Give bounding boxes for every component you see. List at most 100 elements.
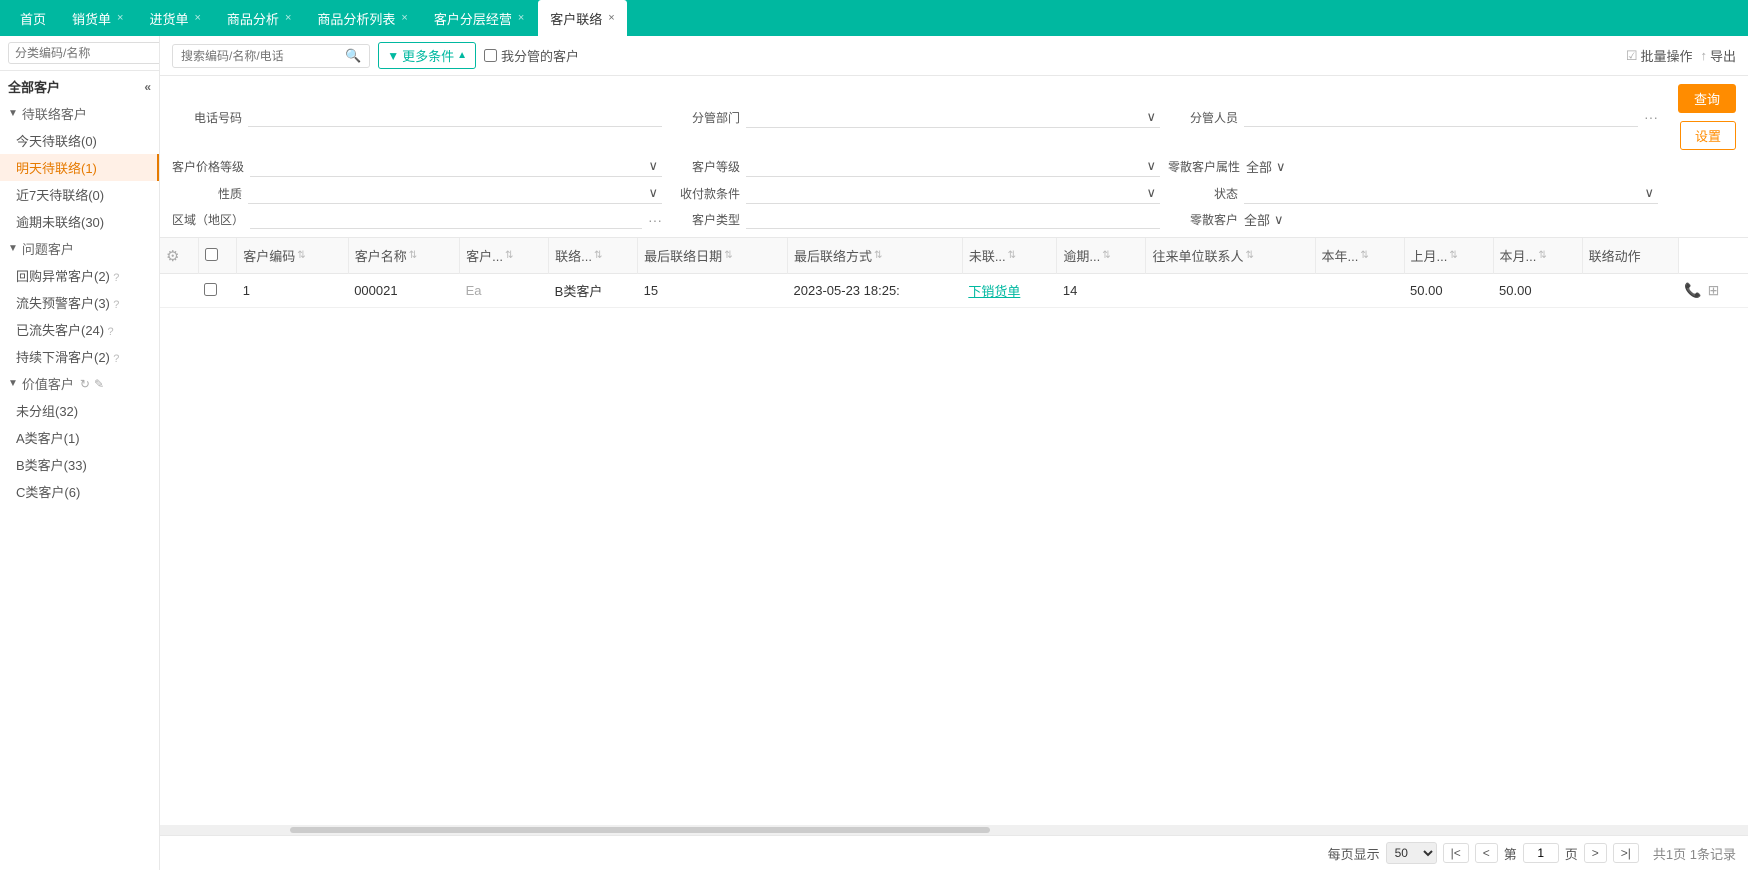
row-contacts: 15 <box>638 274 788 308</box>
sort-icon[interactable]: ⇅ <box>1245 250 1253 261</box>
filter-row-2: 客户价格等级 ∨ 客户等级 ∨ 零散客户属性 全部 <box>172 156 1736 177</box>
sort-icon[interactable]: ⇅ <box>1102 250 1110 261</box>
row-last-method: 下销货单 <box>962 274 1057 308</box>
manager-input[interactable] <box>1244 108 1638 127</box>
sidebar-item-7days[interactable]: 近7天待联络(0) <box>0 181 159 208</box>
sidebar-item-repurchase-anomaly[interactable]: 回购异常客户(2) ? <box>0 262 159 289</box>
gear-icon[interactable]: ⚙ <box>166 248 179 265</box>
close-icon[interactable]: × <box>608 12 614 24</box>
customer-type-input[interactable] <box>746 210 1160 229</box>
group-pending-label[interactable]: ▼ 待联络客户 <box>0 100 159 127</box>
prev-page-btn[interactable]: < <box>1475 843 1498 863</box>
group-problem-label[interactable]: ▼ 问题客户 <box>0 235 159 262</box>
all-customers-header: 全部客户 « <box>0 71 159 100</box>
retail-inline: 全部 ∨ <box>1244 210 1284 229</box>
chevron-down-icon[interactable]: ∨ <box>1274 212 1284 228</box>
filter-cell-customer-type: 客户类型 <box>670 210 1160 229</box>
close-icon[interactable]: × <box>194 12 200 24</box>
row-gear <box>160 274 198 308</box>
close-icon[interactable]: × <box>117 12 123 24</box>
nav-sales[interactable]: 销货单 × <box>60 0 135 36</box>
sidebar-search-input[interactable] <box>8 42 160 64</box>
col-name: 客户名称 ⇅ <box>348 238 459 274</box>
search-input[interactable] <box>181 49 341 63</box>
select-all-checkbox[interactable] <box>205 248 218 261</box>
scrollbar-thumb[interactable] <box>290 827 990 833</box>
last-method-link[interactable]: 下销货单 <box>968 284 1020 299</box>
nav-customer-contact[interactable]: 客户联络 × <box>538 0 626 36</box>
sidebar-item-c-class[interactable]: C类客户(6) <box>0 478 159 505</box>
region-input[interactable] <box>250 210 642 229</box>
sort-icon[interactable]: ⇅ <box>1008 250 1016 261</box>
action-grid-icon[interactable]: ⊞ <box>1708 282 1720 299</box>
query-button[interactable]: 查询 <box>1678 84 1736 113</box>
nav-product-analysis-list[interactable]: 商品分析列表 × <box>305 0 419 36</box>
payment-select[interactable]: ∨ <box>746 183 1160 204</box>
phone-input[interactable] <box>248 108 662 127</box>
sort-icon[interactable]: ⇅ <box>297 250 305 261</box>
nature-select[interactable]: ∨ <box>248 183 662 204</box>
sort-icon[interactable]: ⇅ <box>874 250 882 261</box>
sort-icon[interactable]: ⇅ <box>409 250 417 261</box>
more-conditions-btn[interactable]: ▼ 更多条件 ▲ <box>378 42 476 69</box>
sidebar-item-ungrouped[interactable]: 未分组(32) <box>0 397 159 424</box>
dots-icon[interactable]: ··· <box>1644 109 1658 125</box>
sidebar-item-a-class[interactable]: A类客户(1) <box>0 424 159 451</box>
checkbox-icon: ☑ <box>1626 48 1638 64</box>
table-row: 1 000021 Ea B类客户 15 2023-05-23 18:25: 下销… <box>160 274 1748 308</box>
table-body: 1 000021 Ea B类客户 15 2023-05-23 18:25: 下销… <box>160 274 1748 308</box>
row-select-checkbox[interactable] <box>204 283 217 296</box>
sort-icon[interactable]: ⇅ <box>505 250 513 261</box>
info-icon: ? <box>113 299 119 311</box>
sidebar-item-b-class[interactable]: B类客户(33) <box>0 451 159 478</box>
group-value-label[interactable]: ▼ 价值客户 ↻ ✎ <box>0 370 159 397</box>
filter-cell-customer-grade: 客户等级 ∨ <box>670 156 1160 177</box>
nav-home[interactable]: 首页 <box>8 0 58 36</box>
customer-grade-select[interactable]: ∨ <box>746 156 1160 177</box>
sidebar-item-tomorrow[interactable]: 明天待联络(1) <box>0 154 159 181</box>
close-icon[interactable]: × <box>285 12 291 24</box>
sidebar-item-churn-warning[interactable]: 流失预警客户(3) ? <box>0 289 159 316</box>
sidebar-item-churned[interactable]: 已流失客户(24) ? <box>0 316 159 343</box>
first-page-btn[interactable]: |< <box>1443 843 1469 863</box>
close-icon[interactable]: × <box>518 12 524 24</box>
status-select[interactable]: ∨ <box>1244 183 1658 204</box>
my-customers-checkbox[interactable] <box>484 49 497 62</box>
page-size-select[interactable]: 50 20 100 <box>1386 842 1437 864</box>
filter-cell-manager: 分管人员 ··· <box>1168 108 1658 127</box>
sort-icon[interactable]: ⇅ <box>1449 250 1457 261</box>
close-icon[interactable]: × <box>401 12 407 24</box>
my-customers-wrap: 我分管的客户 <box>484 46 579 65</box>
export-btn[interactable]: ↑ 导出 <box>1700 46 1736 65</box>
search-icon[interactable]: 🔍 <box>345 48 361 64</box>
nav-customer-tier[interactable]: 客户分层经营 × <box>422 0 536 36</box>
edit-icon[interactable]: ✎ <box>94 377 104 391</box>
nav-product-analysis[interactable]: 商品分析 × <box>215 0 303 36</box>
next-page-btn[interactable]: > <box>1584 843 1607 863</box>
sort-icon[interactable]: ⇅ <box>1538 250 1546 261</box>
row-overdue <box>1146 274 1315 308</box>
batch-operation-btn[interactable]: ☑ 批量操作 <box>1626 46 1693 65</box>
filter-cell-phone: 电话号码 <box>172 108 662 127</box>
set-button[interactable]: 设置 <box>1680 121 1736 150</box>
sidebar-item-declining[interactable]: 持续下滑客户(2) ? <box>0 343 159 370</box>
chevron-down-icon[interactable]: ∨ <box>1276 159 1286 175</box>
filter-cell-retail-attr: 零散客户属性 全部 ∨ <box>1168 157 1658 176</box>
refresh-icon[interactable]: ↻ <box>80 377 90 391</box>
price-grade-select[interactable]: ∨ <box>250 156 662 177</box>
collapse-icon[interactable]: « <box>144 80 151 94</box>
dept-select[interactable]: ∨ <box>746 107 1160 128</box>
page-input[interactable] <box>1523 843 1559 863</box>
action-phone-icon[interactable]: 📞 <box>1684 282 1701 299</box>
nav-purchase[interactable]: 进货单 × <box>137 0 212 36</box>
sort-icon[interactable]: ⇅ <box>724 250 732 261</box>
last-page-btn[interactable]: >| <box>1613 843 1639 863</box>
row-name: Ea <box>460 274 549 308</box>
sidebar-item-today[interactable]: 今天待联络(0) <box>0 127 159 154</box>
table-area: ⚙ 客户编码 ⇅ 客户名称 <box>160 238 1748 825</box>
sidebar-item-overdue[interactable]: 逾期未联络(30) <box>0 208 159 235</box>
dots-icon[interactable]: ··· <box>648 212 662 228</box>
sort-icon[interactable]: ⇅ <box>594 250 602 261</box>
sort-icon[interactable]: ⇅ <box>1360 250 1368 261</box>
chevron-up-icon: ▲ <box>457 50 467 61</box>
